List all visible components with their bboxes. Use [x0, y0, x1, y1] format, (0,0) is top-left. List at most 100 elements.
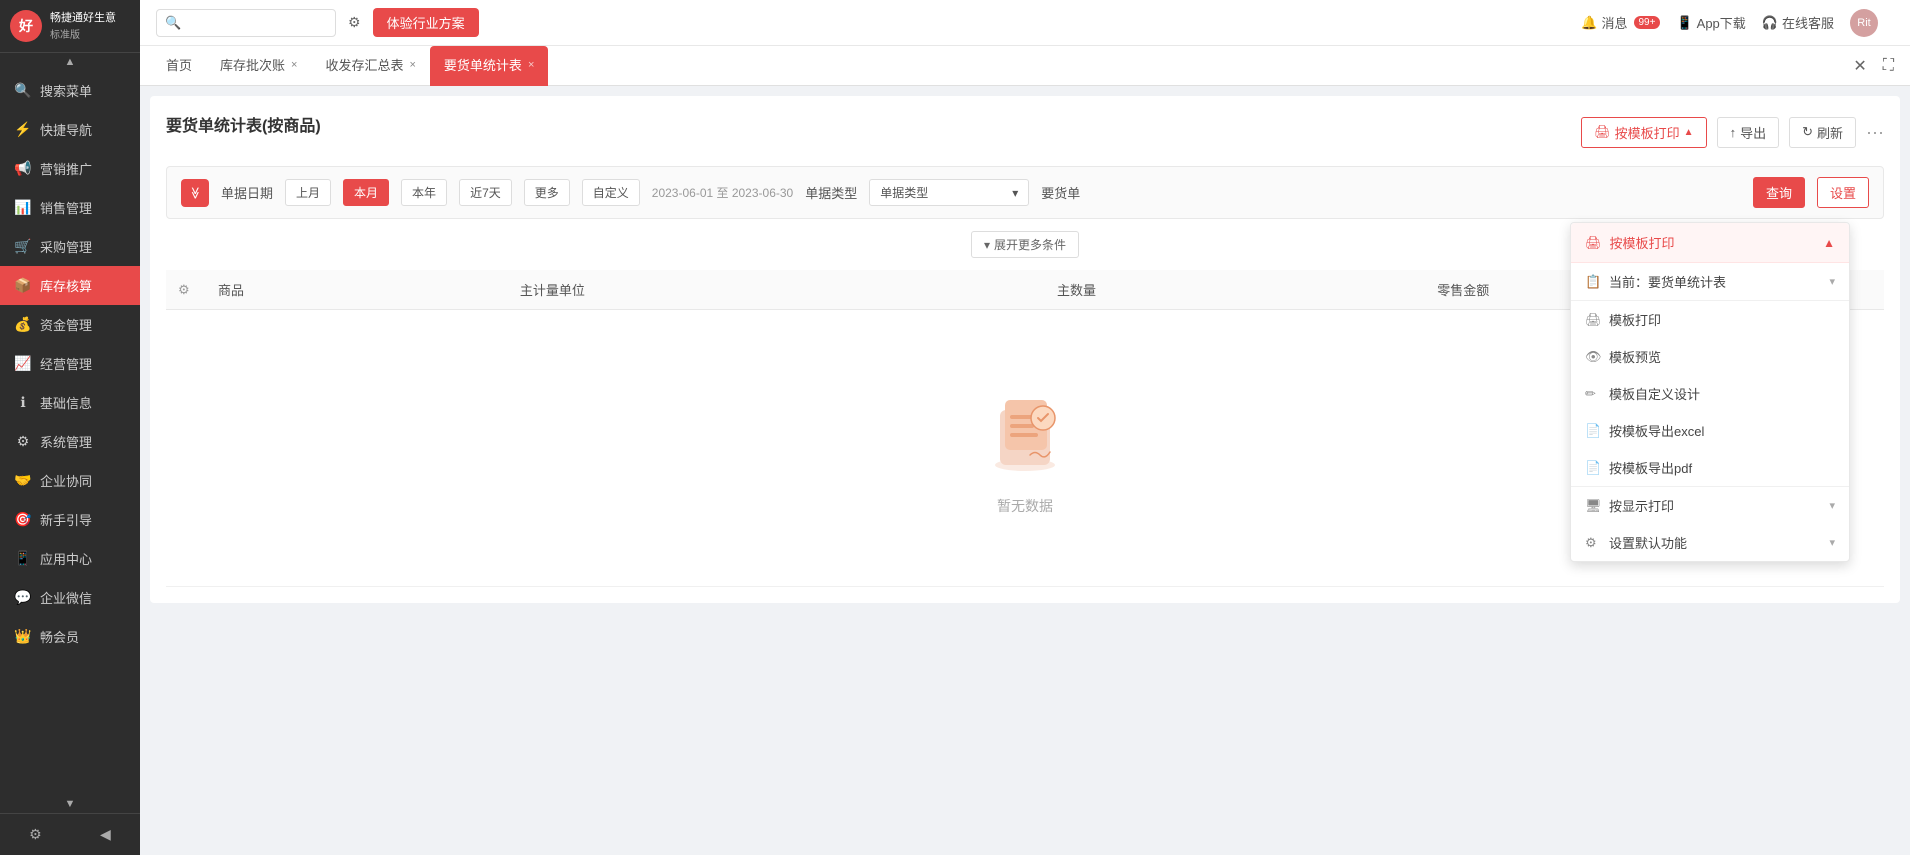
flash-icon: ⚡ [14, 121, 32, 138]
handshake-icon: 🤝 [14, 472, 32, 489]
messages-btn[interactable]: 🔔 消息 99+ [1581, 13, 1660, 32]
sidebar-item-label: 系统管理 [40, 432, 92, 451]
experience-btn[interactable]: 体验行业方案 [373, 8, 479, 37]
dropdown-section-display[interactable]: 🖥 按显示打印 ▾ [1571, 487, 1849, 524]
messages-label: 消息 [1601, 13, 1627, 32]
sidebar-scroll-down[interactable]: ▼ [0, 795, 140, 813]
app-version: 标准版 [50, 26, 116, 41]
tab-maximize-btn[interactable]: ⛶ [1879, 53, 1898, 79]
printer-dropdown-icon: 🖨 [1585, 235, 1602, 251]
sidebar: 好 畅捷通好生意 标准版 ▲ 🔍 搜索菜单 ⚡ 快捷导航 📢 营销推广 📊 销售… [0, 0, 140, 855]
dropdown-template-design[interactable]: ✏ 模板自定义设计 [1571, 375, 1849, 412]
order-type-filter-label: 单据类型 [805, 183, 857, 202]
dropdown-current-template[interactable]: 📋 当前：要货单统计表 ▾ [1571, 263, 1849, 300]
query-btn[interactable]: 查询 [1753, 177, 1805, 208]
sidebar-item-purchase[interactable]: 🛒 采购管理 [0, 227, 140, 266]
tab-receivables-summary[interactable]: 收发存汇总表 × [311, 46, 429, 86]
topbar-search[interactable]: 🔍 [156, 9, 336, 37]
logo-icon: 好 [10, 10, 42, 42]
tab-home[interactable]: 首页 [152, 46, 206, 86]
app-name: 畅捷通好生意 [50, 11, 116, 26]
print-dropdown-menu: 🖨 按模板打印 ▲ 📋 当前：要货单统计表 ▾ 🖨 模板打印 👁 模板预览 ✏ [1570, 222, 1850, 562]
tab-inventory-batch-label: 库存批次账 [220, 55, 285, 74]
sidebar-scroll-up[interactable]: ▲ [0, 53, 140, 71]
sidebar-item-guide[interactable]: 🎯 新手引导 [0, 500, 140, 539]
trending-icon: 📈 [14, 355, 32, 372]
date-btn-this-year[interactable]: 本年 [401, 179, 447, 206]
template-export-excel-label: 按模板导出excel [1609, 421, 1704, 440]
tab-inventory-batch-close[interactable]: × [291, 59, 297, 71]
sidebar-item-system[interactable]: ⚙ 系统管理 [0, 422, 140, 461]
headset-icon: 🎧 [1762, 15, 1778, 31]
app-download-btn[interactable]: 📱 App下载 [1676, 13, 1745, 32]
main-area: 🔍 ⚙ 体验行业方案 🔔 消息 99+ 📱 App下载 🎧 在线客服 Rit [140, 0, 1910, 855]
chart-icon: 📊 [14, 199, 32, 216]
refresh-btn[interactable]: ↻ 刷新 [1789, 117, 1856, 148]
megaphone-icon: 📢 [14, 160, 32, 177]
sidebar-item-member[interactable]: 👑 畅会员 [0, 617, 140, 656]
sidebar-item-label: 销售管理 [40, 198, 92, 217]
date-range-label: 2023-06-01 至 2023-06-30 [652, 184, 793, 201]
default-section-chevron: ▾ [1829, 536, 1835, 549]
settings-bottom-btn[interactable]: ⚙ [21, 822, 50, 847]
topbar-gear-icon[interactable]: ⚙ [348, 14, 361, 31]
print-template-btn[interactable]: 🖨 按模板打印 ▲ [1581, 117, 1706, 148]
sidebar-item-marketing[interactable]: 📢 营销推广 [0, 149, 140, 188]
display-section-chevron: ▾ [1829, 499, 1835, 512]
sidebar-logo: 好 畅捷通好生意 标准版 [0, 0, 140, 53]
date-btn-this-month[interactable]: 本月 [343, 179, 389, 206]
more-options-icon[interactable]: ··· [1866, 122, 1884, 143]
sidebar-item-basic-info[interactable]: ℹ 基础信息 [0, 383, 140, 422]
date-btn-last-month[interactable]: 上月 [285, 179, 331, 206]
date-filter-label: 单据日期 [221, 183, 273, 202]
sidebar-item-sales[interactable]: 📊 销售管理 [0, 188, 140, 227]
sidebar-item-label: 基础信息 [40, 393, 92, 412]
settings-filter-btn[interactable]: 设置 [1817, 177, 1869, 208]
search-icon: 🔍 [14, 82, 32, 99]
display-section-icon: 🖥 [1585, 498, 1601, 514]
sidebar-item-finance[interactable]: 💰 资金管理 [0, 305, 140, 344]
dropdown-template-export-pdf[interactable]: 📄 按模板导出pdf [1571, 449, 1849, 486]
order-type-select[interactable]: 单据类型 ▾ [869, 179, 1029, 206]
sidebar-item-app-center[interactable]: 📱 应用中心 [0, 539, 140, 578]
date-btn-custom[interactable]: 自定义 [582, 179, 640, 206]
template-print-label: 模板打印 [1609, 310, 1661, 329]
online-service-btn[interactable]: 🎧 在线客服 [1762, 13, 1834, 32]
dropdown-template-preview[interactable]: 👁 模板预览 [1571, 338, 1849, 375]
tab-receivables-summary-close[interactable]: × [409, 59, 415, 71]
date-btn-more[interactable]: 更多 [524, 179, 570, 206]
table-settings-icon[interactable]: ⚙ [178, 282, 190, 297]
sidebar-item-operations[interactable]: 📈 经营管理 [0, 344, 140, 383]
tab-inventory-batch[interactable]: 库存批次账 × [206, 46, 311, 86]
dropdown-section-default[interactable]: ⚙ 设置默认功能 ▾ [1571, 524, 1849, 561]
sidebar-item-label: 企业微信 [40, 588, 92, 607]
collapse-btn[interactable]: ◀ [92, 822, 119, 847]
dropdown-close-chevron[interactable]: ▲ [1823, 236, 1835, 250]
date-btn-7days[interactable]: 近7天 [459, 179, 512, 206]
col-unit: 主计量单位 [508, 270, 1045, 310]
tabbar-actions: ✕ ⛶ [1849, 52, 1898, 80]
filter-expand-btn[interactable]: ≫ [181, 179, 209, 207]
page-actions: 🖨 按模板打印 ▲ ↑ 导出 ↻ 刷新 ··· [1581, 117, 1884, 148]
template-design-label: 模板自定义设计 [1609, 384, 1700, 403]
sidebar-item-enterprise-wechat[interactable]: 💬 企业微信 [0, 578, 140, 617]
dropdown-template-export-excel[interactable]: 📄 按模板导出excel [1571, 412, 1849, 449]
export-btn[interactable]: ↑ 导出 [1717, 117, 1780, 148]
user-avatar[interactable]: Rit [1850, 9, 1878, 37]
tab-order-summary-close[interactable]: × [528, 59, 534, 71]
chat-icon: 💬 [14, 589, 32, 606]
sidebar-item-label: 搜索菜单 [40, 81, 92, 100]
sidebar-item-inventory[interactable]: 📦 库存核算 [0, 266, 140, 305]
sidebar-item-label: 快捷导航 [40, 120, 92, 139]
bell-icon: 🔔 [1581, 15, 1597, 31]
dropdown-template-print[interactable]: 🖨 模板打印 [1571, 301, 1849, 338]
tab-order-summary[interactable]: 要货单统计表 × [430, 46, 548, 86]
sidebar-item-quick-nav[interactable]: ⚡ 快捷导航 [0, 110, 140, 149]
template-export-pdf-label: 按模板导出pdf [1609, 458, 1692, 477]
sidebar-item-enterprise[interactable]: 🤝 企业协同 [0, 461, 140, 500]
chevron-up-icon: ▲ [1684, 127, 1694, 138]
tab-close-all-btn[interactable]: ✕ [1849, 52, 1870, 80]
expand-more-btn[interactable]: ▾ 展开更多条件 [971, 231, 1079, 258]
sidebar-item-search[interactable]: 🔍 搜索菜单 [0, 71, 140, 110]
crown-icon: 👑 [14, 628, 32, 645]
